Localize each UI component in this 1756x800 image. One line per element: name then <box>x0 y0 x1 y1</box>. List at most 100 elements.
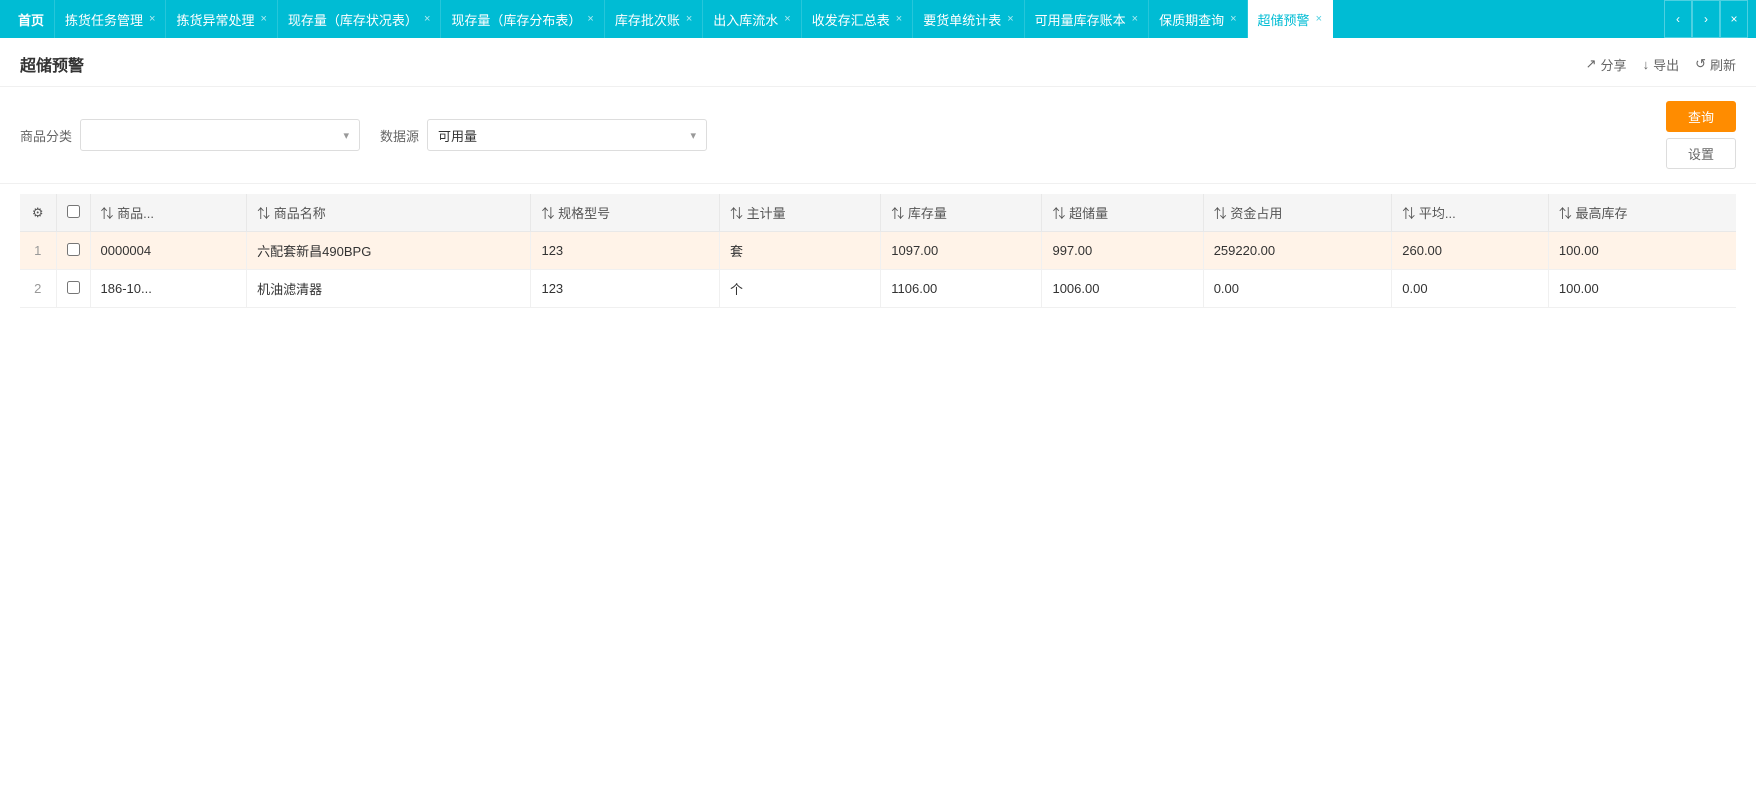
refresh-icon: ↺ <box>1695 56 1706 72</box>
cell-max-stock-0: 100.00 <box>1548 232 1736 270</box>
col-capital: ⇅ 资金占用 <box>1203 194 1392 232</box>
nav-tab-4[interactable]: 库存批次账× <box>605 0 703 38</box>
close-tab-icon-1[interactable]: × <box>260 13 266 25</box>
category-filter-group: 商品分类 ▾ <box>20 119 360 151</box>
col-product-name: ⇅ 商品名称 <box>247 194 531 232</box>
nav-tab-0[interactable]: 拣货任务管理× <box>55 0 166 38</box>
sort-icon-9: ⇅ <box>1559 206 1572 221</box>
col-overstock: ⇅ 超储量 <box>1042 194 1203 232</box>
cell-product-code-0: 0000004 <box>90 232 247 270</box>
nav-arrow-left[interactable]: ‹ <box>1664 0 1692 38</box>
sort-icon-6: ⇅ <box>1052 206 1065 221</box>
share-icon: ↗ <box>1586 56 1597 72</box>
cell-unit-0: 套 <box>720 232 881 270</box>
close-tab-icon-3[interactable]: × <box>587 13 593 25</box>
action-buttons: 查询 设置 <box>1666 101 1736 169</box>
cell-capital-1: 0.00 <box>1203 270 1392 308</box>
datasource-filter-group: 数据源 可用量 ▾ <box>380 119 707 151</box>
cell-max-stock-1: 100.00 <box>1548 270 1736 308</box>
gear-icon: ⚙ <box>32 205 44 220</box>
filter-bar: 商品分类 ▾ 数据源 可用量 ▾ 查询 设置 <box>0 87 1756 184</box>
sort-icon-2: ⇅ <box>257 206 270 221</box>
top-navigation: 首页 拣货任务管理×拣货异常处理×现存量（库存状况表）×现存量（库存分布表）×库… <box>0 0 1756 38</box>
cell-stock-1: 1106.00 <box>881 270 1042 308</box>
cell-stock-0: 1097.00 <box>881 232 1042 270</box>
select-all-checkbox[interactable] <box>67 205 80 218</box>
cell-unit-1: 个 <box>720 270 881 308</box>
cell-capital-0: 259220.00 <box>1203 232 1392 270</box>
cell-spec-1: 123 <box>531 270 720 308</box>
row-checkbox-cell-1[interactable] <box>56 270 90 308</box>
sort-icon-3: ⇅ <box>541 206 554 221</box>
table-row: 2 186-10... 机油滤清器 123 个 1106.00 1006.00 … <box>20 270 1736 308</box>
table-header: ⚙ ⇅ 商品... ⇅ 商品名称 ⇅ 规格型号 <box>20 194 1736 232</box>
export-icon: ↓ <box>1643 57 1650 72</box>
sort-icon-8: ⇅ <box>1402 206 1415 221</box>
cell-spec-0: 123 <box>531 232 720 270</box>
sort-icon-4: ⇅ <box>730 206 743 221</box>
nav-tab-9[interactable]: 保质期查询× <box>1149 0 1247 38</box>
table-header-row: ⚙ ⇅ 商品... ⇅ 商品名称 ⇅ 规格型号 <box>20 194 1736 232</box>
col-max-stock: ⇅ 最高库存 <box>1548 194 1736 232</box>
row-number-1: 2 <box>20 270 56 308</box>
close-tab-icon-7[interactable]: × <box>1007 13 1013 25</box>
nav-home[interactable]: 首页 <box>8 0 55 38</box>
datasource-select[interactable]: 可用量 ▾ <box>427 119 707 151</box>
chevron-down-icon-2: ▾ <box>691 129 697 142</box>
cell-avg-0: 260.00 <box>1392 232 1549 270</box>
nav-tab-10[interactable]: 超储预警× <box>1248 0 1333 38</box>
cell-product-name-1: 机油滤清器 <box>247 270 531 308</box>
col-spec: ⇅ 规格型号 <box>531 194 720 232</box>
datasource-select-value: 可用量 <box>438 126 477 145</box>
nav-tab-8[interactable]: 可用量库存账本× <box>1025 0 1149 38</box>
close-tab-icon-9[interactable]: × <box>1230 13 1236 25</box>
data-table: ⚙ ⇅ 商品... ⇅ 商品名称 ⇅ 规格型号 <box>20 194 1736 308</box>
close-tab-icon-6[interactable]: × <box>896 13 902 25</box>
nav-tab-3[interactable]: 现存量（库存分布表）× <box>441 0 604 38</box>
page-title: 超储预警 <box>20 52 84 76</box>
close-tab-icon-8[interactable]: × <box>1132 13 1138 25</box>
refresh-button[interactable]: ↺ 刷新 <box>1695 55 1736 74</box>
col-unit: ⇅ 主计量 <box>720 194 881 232</box>
nav-tab-2[interactable]: 现存量（库存状况表）× <box>278 0 441 38</box>
nav-tab-7[interactable]: 要货单统计表× <box>913 0 1024 38</box>
row-checkbox-1[interactable] <box>67 281 80 294</box>
nav-arrows: ‹ › × <box>1664 0 1748 38</box>
nav-arrow-right[interactable]: › <box>1692 0 1720 38</box>
table-body: 1 0000004 六配套新昌490BPG 123 套 1097.00 997.… <box>20 232 1736 308</box>
checkbox-header[interactable] <box>56 194 90 232</box>
close-tab-icon-2[interactable]: × <box>424 13 430 25</box>
sort-icon: ⇅ <box>101 206 114 221</box>
col-stock: ⇅ 库存量 <box>881 194 1042 232</box>
header-actions: ↗ 分享 ↓ 导出 ↺ 刷新 <box>1586 55 1736 74</box>
row-checkbox-0[interactable] <box>67 243 80 256</box>
col-product-code: ⇅ 商品... <box>90 194 247 232</box>
row-checkbox-cell-0[interactable] <box>56 232 90 270</box>
sort-icon-5: ⇅ <box>891 206 904 221</box>
nav-arrow-close[interactable]: × <box>1720 0 1748 38</box>
gear-header[interactable]: ⚙ <box>20 194 56 232</box>
cell-avg-1: 0.00 <box>1392 270 1549 308</box>
nav-tab-5[interactable]: 出入库流水× <box>703 0 801 38</box>
row-number-0: 1 <box>20 232 56 270</box>
export-button[interactable]: ↓ 导出 <box>1643 55 1680 74</box>
share-button[interactable]: ↗ 分享 <box>1586 55 1627 74</box>
category-select[interactable]: ▾ <box>80 119 360 151</box>
cell-product-code-1: 186-10... <box>90 270 247 308</box>
query-button[interactable]: 查询 <box>1666 101 1736 132</box>
table-row: 1 0000004 六配套新昌490BPG 123 套 1097.00 997.… <box>20 232 1736 270</box>
settings-button[interactable]: 设置 <box>1666 138 1736 169</box>
col-avg: ⇅ 平均... <box>1392 194 1549 232</box>
nav-tab-1[interactable]: 拣货异常处理× <box>166 0 277 38</box>
close-tab-icon-10[interactable]: × <box>1316 13 1322 25</box>
category-label: 商品分类 <box>20 126 72 145</box>
close-tab-icon-5[interactable]: × <box>784 13 790 25</box>
table-container: ⚙ ⇅ 商品... ⇅ 商品名称 ⇅ 规格型号 <box>0 194 1756 308</box>
page-header: 超储预警 ↗ 分享 ↓ 导出 ↺ 刷新 <box>0 38 1756 87</box>
close-tab-icon-0[interactable]: × <box>149 13 155 25</box>
close-tab-icon-4[interactable]: × <box>686 13 692 25</box>
cell-overstock-1: 1006.00 <box>1042 270 1203 308</box>
nav-tab-6[interactable]: 收发存汇总表× <box>802 0 913 38</box>
datasource-label: 数据源 <box>380 126 419 145</box>
cell-overstock-0: 997.00 <box>1042 232 1203 270</box>
